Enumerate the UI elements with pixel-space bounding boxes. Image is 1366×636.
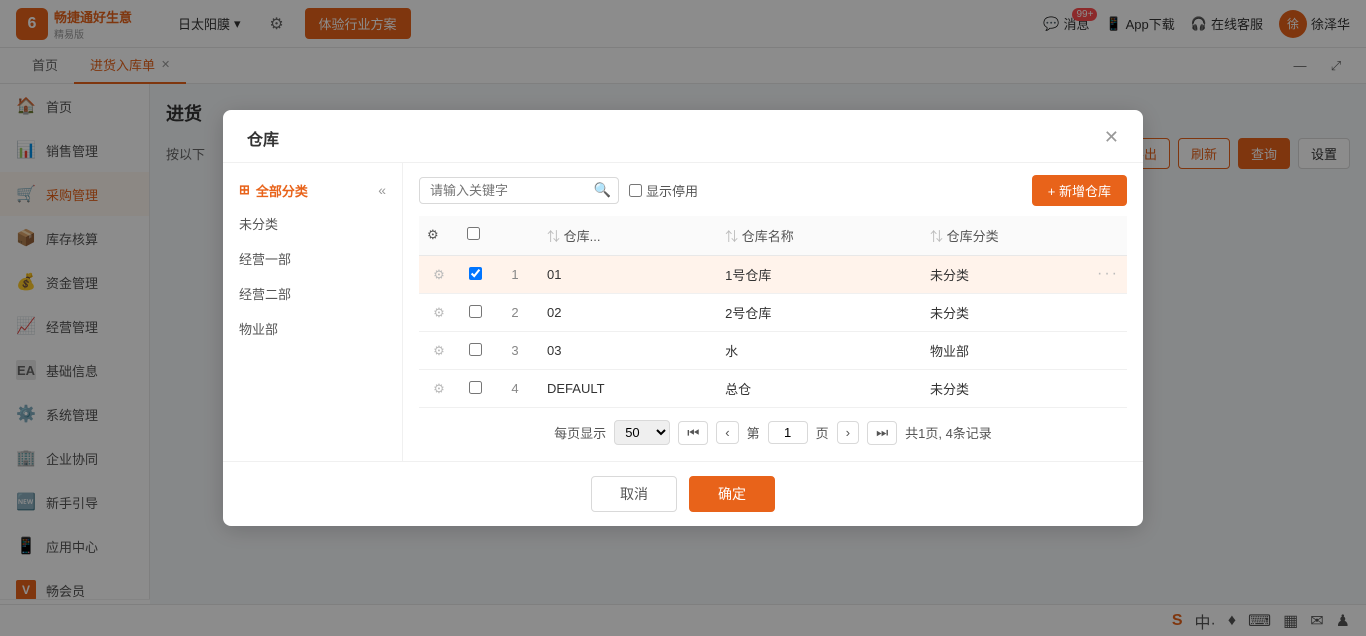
warehouse-table: ⚙ ⇅ 仓库... ⇅ 仓库名称 [419,216,1127,409]
pagination: 每页显示 50 10 20 100 ⏮ ‹ 第 页 › ⏭ 共1页, 4条记录 [419,408,1127,449]
dialog-close-icon[interactable]: ✕ [1104,127,1119,148]
row-category: 未分类 [922,370,1127,408]
row-category: 物业部 [922,332,1127,370]
table-row[interactable]: ⚙ 4 DEFAULT 总仓 未分类 [419,370,1127,408]
row-actions[interactable]: ··· [1097,265,1119,283]
row-gear-icon: ⚙ [433,305,445,320]
cat-item-unclassified[interactable]: 未分类 [223,206,402,241]
row-name: 1号仓库 [717,255,922,294]
row-gear: ⚙ [419,332,459,370]
search-icon[interactable]: 🔍 [594,182,611,199]
category-collapse-icon[interactable]: « [378,182,386,198]
row-no: 3 [491,332,539,370]
table-scroll: ⚙ ⇅ 仓库... ⇅ 仓库名称 [419,216,1127,409]
table-toolbar: 🔍 显示停用 + 新增仓库 [419,175,1127,206]
table-header-row: ⚙ ⇅ 仓库... ⇅ 仓库名称 [419,216,1127,256]
row-code: 03 [539,332,717,370]
th-name: ⇅ 仓库名称 [717,216,922,256]
show-disabled-checkbox[interactable]: 显示停用 [629,181,698,200]
row-code: DEFAULT [539,370,717,408]
dialog-body: ⊞ 全部分类 « 未分类 经营一部 经营二部 物业部 [223,163,1143,462]
category-header: ⊞ 全部分类 « [223,175,402,206]
row-category: 未分类 [922,294,1127,332]
row-code: 02 [539,294,717,332]
row-checkbox[interactable] [469,381,482,394]
row-check[interactable] [459,294,491,332]
row-no: 2 [491,294,539,332]
row-no: 4 [491,370,539,408]
table-row[interactable]: ⚙ 2 02 2号仓库 未分类 [419,294,1127,332]
modal-overlay: 仓库 ✕ ⊞ 全部分类 « 未分类 经营一部 [0,0,1366,636]
page-last-btn[interactable]: ⏭ [867,421,897,445]
row-gear-icon: ⚙ [433,381,445,396]
select-all-checkbox[interactable] [467,227,480,240]
per-page-select[interactable]: 50 10 20 100 [614,420,670,445]
row-gear: ⚙ [419,370,459,408]
row-check[interactable] [459,332,491,370]
row-category: 未分类 ··· [922,256,1127,294]
row-no: 1 [491,255,539,294]
search-wrap: 🔍 [419,177,619,204]
row-checkbox[interactable] [469,343,482,356]
cat-item-property[interactable]: 物业部 [223,311,402,346]
all-categories-btn[interactable]: ⊞ 全部分类 [239,181,308,200]
th-gear: ⚙ [419,216,459,256]
table-row[interactable]: ⚙ 1 01 1号仓库 未分类 ··· [419,255,1127,294]
row-name: 2号仓库 [717,294,922,332]
cat-item-ops1[interactable]: 经营一部 [223,241,402,276]
row-name: 水 [717,332,922,370]
row-gear: ⚙ [419,294,459,332]
page-next-btn[interactable]: › [837,421,859,444]
row-name: 总仓 [717,370,922,408]
cat-item-ops2[interactable]: 经营二部 [223,276,402,311]
th-no [491,216,539,256]
row-checkbox[interactable] [469,267,482,280]
cancel-btn[interactable]: 取消 [591,476,677,512]
th-code: ⇅ 仓库... [539,216,717,256]
page-prev-btn[interactable]: ‹ [716,421,738,444]
table-row[interactable]: ⚙ 3 03 水 物业部 [419,332,1127,370]
show-disabled-check[interactable] [629,184,642,197]
row-gear: ⚙ [419,255,459,294]
page-input[interactable] [768,421,808,444]
dialog-footer: 取消 确定 [223,461,1143,526]
category-panel: ⊞ 全部分类 « 未分类 经营一部 经营二部 物业部 [223,163,403,462]
add-warehouse-btn[interactable]: + 新增仓库 [1032,175,1127,206]
row-check[interactable] [459,255,491,294]
confirm-btn[interactable]: 确定 [689,476,775,512]
th-category: ⇅ 仓库分类 [922,216,1127,256]
row-check[interactable] [459,370,491,408]
row-gear-icon: ⚙ [433,267,445,282]
search-input[interactable] [419,177,619,204]
warehouse-dialog: 仓库 ✕ ⊞ 全部分类 « 未分类 经营一部 [223,110,1143,527]
dialog-header: 仓库 ✕ [223,110,1143,163]
row-gear-icon: ⚙ [433,343,445,358]
row-code: 01 [539,255,717,294]
table-panel: 🔍 显示停用 + 新增仓库 ⚙ [403,163,1143,462]
page-first-btn[interactable]: ⏮ [678,421,708,445]
row-checkbox[interactable] [469,305,482,318]
th-check [459,216,491,256]
dialog-title: 仓库 [247,126,279,150]
